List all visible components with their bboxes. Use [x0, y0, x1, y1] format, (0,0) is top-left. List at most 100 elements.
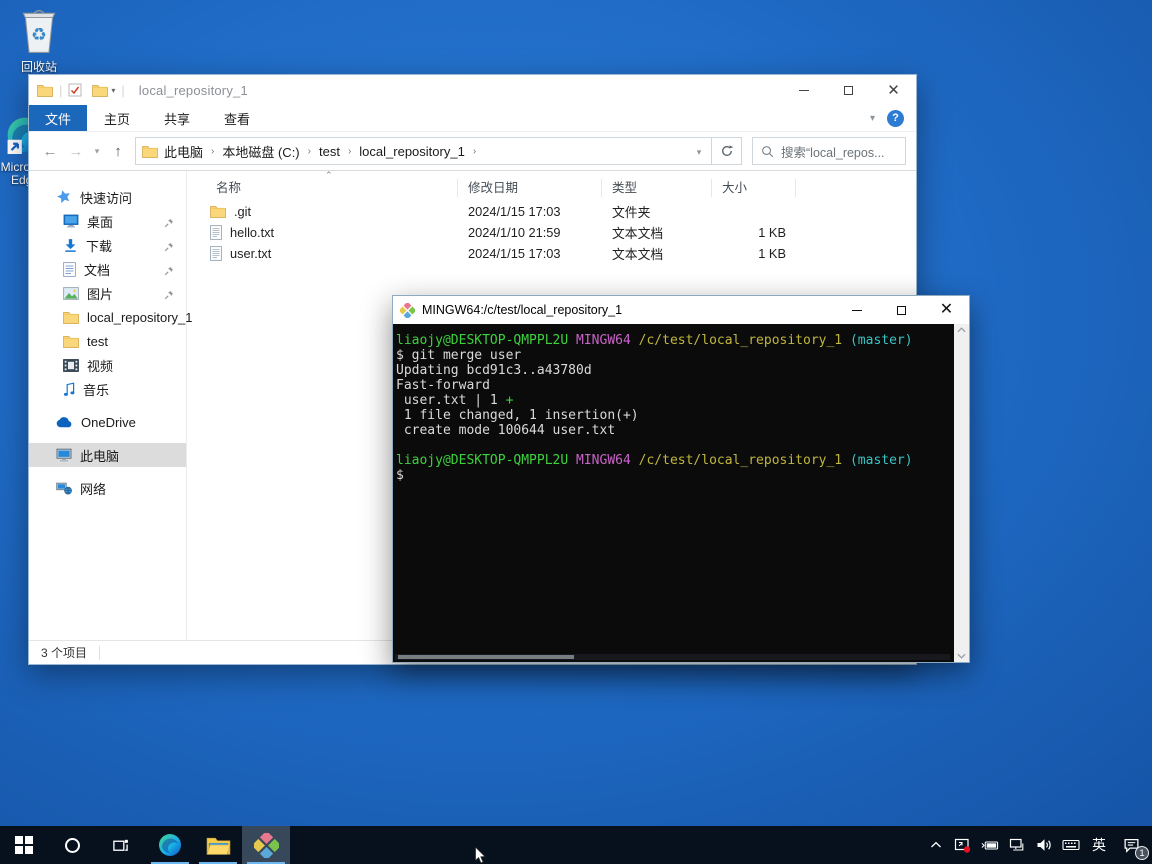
sidebar-item-视频[interactable]: 视频	[29, 353, 186, 377]
start-button[interactable]	[0, 826, 48, 864]
terminal-titlebar[interactable]: MINGW64:/c/test/local_repository_1 ✕	[393, 296, 969, 324]
terminal-minimize-button[interactable]	[834, 296, 879, 324]
address-bar[interactable]: 此电脑 › 本地磁盘 (C:) › test › local_repository_1 › ▾	[135, 137, 712, 165]
history-chevron-icon[interactable]: ▾	[89, 146, 105, 157]
folder-icon	[37, 84, 53, 97]
windows-logo-icon	[15, 836, 33, 854]
file-date: 2024/1/15 17:03	[468, 204, 561, 219]
refresh-button[interactable]	[712, 137, 742, 165]
column-header-size[interactable]: 大小	[712, 178, 796, 197]
terminal-body[interactable]: liaojy@DESKTOP-QMPPL2U MINGW64 /c/test/l…	[393, 324, 969, 662]
file-row[interactable]: .git 2024/1/15 17:03 文件夹	[198, 201, 916, 222]
tab-share[interactable]: 共享	[147, 105, 207, 131]
chevron-right-icon[interactable]: ›	[342, 146, 357, 157]
file-type: 文本文档	[612, 226, 664, 241]
tab-view[interactable]: 查看	[207, 105, 267, 131]
taskbar-git-bash-button[interactable]	[242, 826, 290, 864]
terminal-horizontal-scrollbar[interactable]	[395, 654, 950, 660]
terminal-line: Fast-forward	[396, 378, 490, 393]
forward-button[interactable]: →	[63, 143, 89, 160]
taskbar-explorer-button[interactable]	[194, 826, 242, 864]
search-input[interactable]: 搜索“local_repos...	[752, 137, 906, 165]
sidebar-item-local_repository_1[interactable]: local_repository_1	[29, 305, 193, 329]
refresh-icon	[721, 145, 733, 156]
tray-network-button[interactable]	[1003, 826, 1030, 864]
recycle-bin-icon[interactable]: ♻ 回收站	[8, 6, 70, 74]
sidebar-item-label: 快速访问	[80, 190, 133, 206]
sidebar-item-test[interactable]: test	[29, 329, 186, 353]
search-placeholder: 搜索“local_repos...	[781, 145, 885, 160]
explorer-titlebar[interactable]: | ▾ | local_repository_1 ✕	[29, 75, 916, 105]
tray-battery-button[interactable]	[976, 826, 1003, 864]
terminal-line: user.txt | 1 +	[396, 393, 514, 408]
tab-file[interactable]: 文件	[29, 105, 88, 131]
pin-icon	[164, 216, 174, 231]
item-count: 3 个项目	[41, 646, 88, 660]
sidebar-item-label: 网络	[80, 481, 107, 497]
textdoc-icon	[210, 246, 222, 261]
file-type: 文件夹	[612, 205, 651, 220]
maximize-button[interactable]	[826, 75, 871, 105]
close-button[interactable]: ✕	[871, 75, 916, 105]
tray-keyboard-button[interactable]	[1057, 826, 1084, 864]
file-row[interactable]: user.txt 2024/1/15 17:03 文本文档 1 KB	[198, 243, 916, 264]
sidebar-item-图片[interactable]: 图片	[29, 281, 186, 305]
breadcrumb-item[interactable]: test	[317, 144, 342, 159]
tray-snip-button[interactable]	[949, 826, 976, 864]
tray-volume-button[interactable]	[1030, 826, 1057, 864]
terminal-vertical-scrollbar[interactable]	[954, 324, 969, 662]
terminal-close-button[interactable]: ✕	[924, 296, 969, 324]
ime-indicator[interactable]: 英	[1084, 826, 1114, 864]
breadcrumb-item[interactable]: 此电脑	[162, 142, 205, 161]
downloads-icon	[63, 238, 78, 253]
file-row[interactable]: hello.txt 2024/1/10 21:59 文本文档 1 KB	[198, 222, 916, 243]
breadcrumb-item[interactable]: 本地磁盘 (C:)	[220, 142, 301, 161]
network-icon	[56, 482, 72, 495]
chevron-down-icon[interactable]: ▾	[111, 86, 115, 95]
column-header-type[interactable]: 类型	[602, 178, 712, 197]
sidebar-item-音乐[interactable]: 音乐	[29, 377, 186, 401]
sidebar-item-下载[interactable]: 下载	[29, 233, 186, 257]
column-header-name[interactable]: 名称	[198, 178, 458, 197]
edge-icon	[159, 834, 181, 856]
file-name: .git	[198, 204, 458, 219]
chevron-right-icon[interactable]: ›	[467, 146, 482, 157]
file-size: 1 KB	[758, 225, 786, 240]
help-icon[interactable]: ?	[887, 109, 904, 127]
ribbon-collapse-icon[interactable]: ▾	[870, 113, 875, 124]
back-button[interactable]: ←	[37, 143, 63, 160]
file-date: 2024/1/10 21:59	[468, 225, 561, 240]
sidebar-item-此电脑[interactable]: 此电脑	[29, 443, 186, 467]
task-view-button[interactable]	[96, 826, 144, 864]
sidebar-item-label: OneDrive	[81, 414, 136, 430]
taskbar-edge-button[interactable]	[146, 826, 194, 864]
documents-icon	[63, 261, 76, 277]
battery-icon	[981, 840, 998, 850]
address-dropdown-icon[interactable]: ▾	[687, 138, 711, 164]
scroll-up-icon	[957, 327, 966, 333]
breadcrumb-item[interactable]: local_repository_1	[357, 144, 467, 159]
minimize-button[interactable]	[781, 75, 826, 105]
sidebar-item-label: 音乐	[83, 382, 110, 398]
chevron-right-icon[interactable]: ›	[205, 146, 220, 157]
action-center-button[interactable]: 1	[1114, 826, 1149, 864]
chevron-right-icon[interactable]: ›	[302, 146, 317, 157]
cortana-button[interactable]	[48, 826, 96, 864]
svg-text:♻: ♻	[31, 24, 47, 44]
pin-icon	[164, 240, 174, 255]
sidebar-item-OneDrive[interactable]: OneDrive	[29, 410, 186, 434]
divider: |	[59, 82, 63, 98]
sidebar-item-桌面[interactable]: 桌面	[29, 209, 186, 233]
sidebar-item-快速访问[interactable]: 快速访问	[29, 185, 186, 209]
tab-home[interactable]: 主页	[87, 105, 147, 131]
sidebar-item-文档[interactable]: 文档	[29, 257, 186, 281]
divider	[99, 645, 101, 660]
column-header-date[interactable]: 修改日期	[458, 178, 602, 197]
terminal-maximize-button[interactable]	[879, 296, 924, 324]
file-name: user.txt	[198, 246, 458, 261]
tray-chevron-button[interactable]	[922, 826, 949, 864]
trash-can-icon: ♻	[22, 10, 56, 53]
up-button[interactable]: ↑	[105, 143, 131, 160]
sidebar-item-网络[interactable]: 网络	[29, 476, 186, 500]
